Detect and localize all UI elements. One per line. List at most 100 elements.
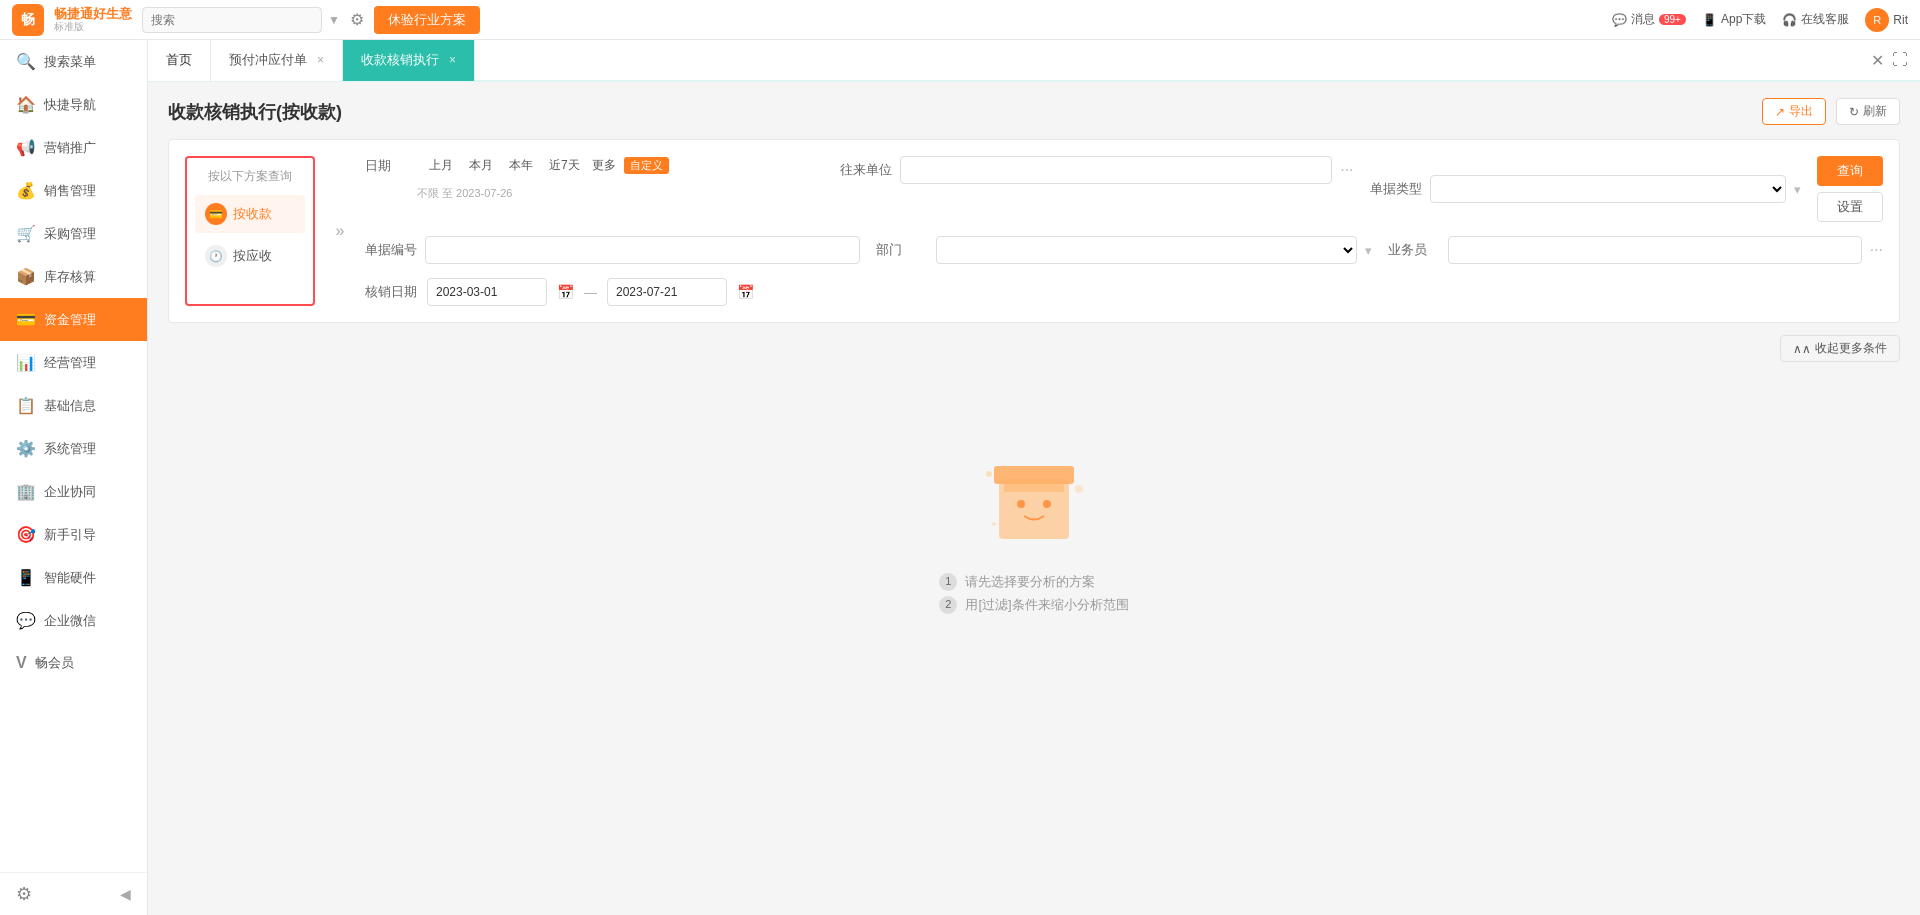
sidebar-item-purchase[interactable]: 🛒 采购管理	[0, 212, 147, 255]
brand-edition: 标准版	[54, 21, 132, 33]
member-icon: V	[16, 654, 27, 672]
doctype-dropdown-icon[interactable]: ▾	[1794, 182, 1801, 197]
counterparty-more-icon[interactable]: ···	[1340, 161, 1353, 179]
date-custom-badge[interactable]: 自定义	[624, 157, 669, 174]
sidebar-label-quick-nav: 快捷导航	[44, 96, 96, 114]
sidebar-settings-icon[interactable]: ⚙	[16, 883, 32, 905]
sidebar-label-purchase: 采购管理	[44, 225, 96, 243]
verify-date-start-input[interactable]	[427, 278, 547, 306]
verify-start-cal-icon[interactable]: 📅	[557, 284, 574, 300]
sidebar-item-sales[interactable]: 💰 销售管理	[0, 169, 147, 212]
message-badge: 99+	[1659, 14, 1686, 25]
filter-option-receipt[interactable]: 💳 按收款	[195, 195, 305, 233]
dept-select[interactable]	[936, 236, 1356, 264]
app-download-item[interactable]: 📱 App下载	[1702, 11, 1766, 28]
sidebar-label-marketing: 营销推广	[44, 139, 96, 157]
filter-option-receipt-label: 按收款	[233, 205, 272, 223]
app-icon: 📱	[1702, 13, 1717, 27]
tab-expand-icon[interactable]: ⛶	[1892, 51, 1908, 69]
inventory-icon: 📦	[16, 267, 36, 286]
date-more[interactable]: 更多	[592, 157, 616, 174]
dept-dropdown-icon[interactable]: ▾	[1365, 243, 1372, 258]
guide-icon: 🎯	[16, 525, 36, 544]
svg-point-4	[1043, 500, 1051, 508]
date-this-year[interactable]: 本年	[505, 156, 537, 175]
ops-icon: 📊	[16, 353, 36, 372]
export-btn[interactable]: ↗ 导出	[1762, 98, 1826, 125]
sidebar-item-system[interactable]: ⚙️ 系统管理	[0, 427, 147, 470]
sidebar-item-marketing[interactable]: 📢 营销推广	[0, 126, 147, 169]
query-btn[interactable]: 查询	[1817, 156, 1883, 186]
date-7days[interactable]: 近7天	[545, 156, 584, 175]
system-icon: ⚙️	[16, 439, 36, 458]
date-hint-row: 不限 至 2023-07-26	[365, 185, 824, 201]
empty-num-1: 1	[939, 573, 957, 591]
empty-text-1: 请先选择要分析的方案	[965, 570, 1095, 593]
settings-btn[interactable]: 设置	[1817, 192, 1883, 222]
settings-icon[interactable]: ⚙	[350, 10, 364, 29]
sidebar-item-inventory[interactable]: 📦 库存核算	[0, 255, 147, 298]
staff-field: 业务员 ···	[1388, 236, 1883, 264]
search-input[interactable]	[142, 7, 322, 33]
online-service-item[interactable]: 🎧 在线客服	[1782, 11, 1849, 28]
tab-prepay-close[interactable]: ×	[317, 53, 324, 67]
sidebar-item-wechat[interactable]: 💬 企业微信	[0, 599, 147, 642]
sidebar-item-guide[interactable]: 🎯 新手引导	[0, 513, 147, 556]
tab-prepay[interactable]: 预付冲应付单 ×	[211, 39, 343, 81]
tab-prepay-label: 预付冲应付单	[229, 51, 307, 69]
sidebar-item-finance[interactable]: 💳 资金管理	[0, 298, 147, 341]
sidebar-item-member[interactable]: V 畅会员	[0, 642, 147, 684]
message-item[interactable]: 💬 消息 99+	[1612, 11, 1686, 28]
quick-nav-icon: 🏠	[16, 95, 36, 114]
sidebar-item-quick-nav[interactable]: 🏠 快捷导航	[0, 83, 147, 126]
counterparty-input[interactable]	[900, 156, 1332, 184]
verify-date-end-input[interactable]	[607, 278, 727, 306]
filter-option-receivable[interactable]: 🕐 按应收	[195, 237, 305, 275]
tab-home[interactable]: 首页	[148, 39, 211, 81]
brand-logo: 畅	[12, 4, 44, 36]
staff-more-icon[interactable]: ···	[1870, 241, 1883, 259]
verify-end-cal-icon[interactable]: 📅	[737, 284, 754, 300]
page-header: 收款核销执行(按收款) ↗ 导出 ↻ 刷新	[168, 98, 1900, 125]
staff-input[interactable]	[1448, 236, 1862, 264]
tab-receipt-close[interactable]: ×	[449, 53, 456, 67]
sidebar-label-finance: 资金管理	[44, 311, 96, 329]
sidebar-label-inventory: 库存核算	[44, 268, 96, 286]
refresh-icon: ↻	[1849, 105, 1859, 119]
sidebar-item-hardware[interactable]: 📱 智能硬件	[0, 556, 147, 599]
verify-date-label: 核销日期	[365, 283, 417, 301]
wechat-icon: 💬	[16, 611, 36, 630]
user-item[interactable]: R Rit	[1865, 8, 1908, 32]
content: 收款核销执行(按收款) ↗ 导出 ↻ 刷新 按以下方案查询 💳 按收款	[148, 82, 1920, 713]
sidebar-item-base[interactable]: 📋 基础信息	[0, 384, 147, 427]
filter-sidebar-title: 按以下方案查询	[195, 168, 305, 185]
purchase-icon: 🛒	[16, 224, 36, 243]
date-last-month[interactable]: 上月	[425, 156, 457, 175]
date-this-month[interactable]: 本月	[465, 156, 497, 175]
doctype-select[interactable]	[1430, 175, 1786, 203]
tab-receipt-verify[interactable]: 收款核销执行 ×	[343, 39, 475, 81]
service-icon: 🎧	[1782, 13, 1797, 27]
filter-collapse-btn[interactable]: »	[331, 156, 349, 306]
sidebar-item-enterprise[interactable]: 🏢 企业协同	[0, 470, 147, 513]
doctype-label: 单据类型	[1370, 180, 1422, 198]
staff-label: 业务员	[1388, 241, 1440, 259]
sidebar-item-search-menu[interactable]: 🔍 搜索菜单	[0, 40, 147, 83]
counterparty-label: 往来单位	[840, 161, 892, 179]
refresh-btn[interactable]: ↻ 刷新	[1836, 98, 1900, 125]
message-icon: 💬	[1612, 13, 1627, 27]
tab-close-all-icon[interactable]: ✕	[1871, 51, 1884, 70]
dropdown-icon[interactable]: ▼	[328, 13, 340, 27]
svg-point-6	[1075, 485, 1083, 493]
sales-icon: 💰	[16, 181, 36, 200]
sidebar-label-wechat: 企业微信	[44, 612, 96, 630]
user-name: Rit	[1893, 13, 1908, 27]
doctype-and-actions: 单据类型 ▾ 查询 设置	[1370, 156, 1883, 222]
collapse-more-btn[interactable]: ∧∧ 收起更多条件	[1780, 335, 1900, 362]
empty-num-2: 2	[939, 596, 957, 614]
sidebar-collapse-btn[interactable]: ◀	[120, 886, 131, 902]
industry-btn[interactable]: 休验行业方案	[374, 6, 480, 34]
sidebar-item-ops[interactable]: 📊 经营管理	[0, 341, 147, 384]
docno-input[interactable]	[425, 236, 860, 264]
date-shortcuts: 上月 本月 本年 近7天 更多 自定义	[425, 156, 669, 175]
